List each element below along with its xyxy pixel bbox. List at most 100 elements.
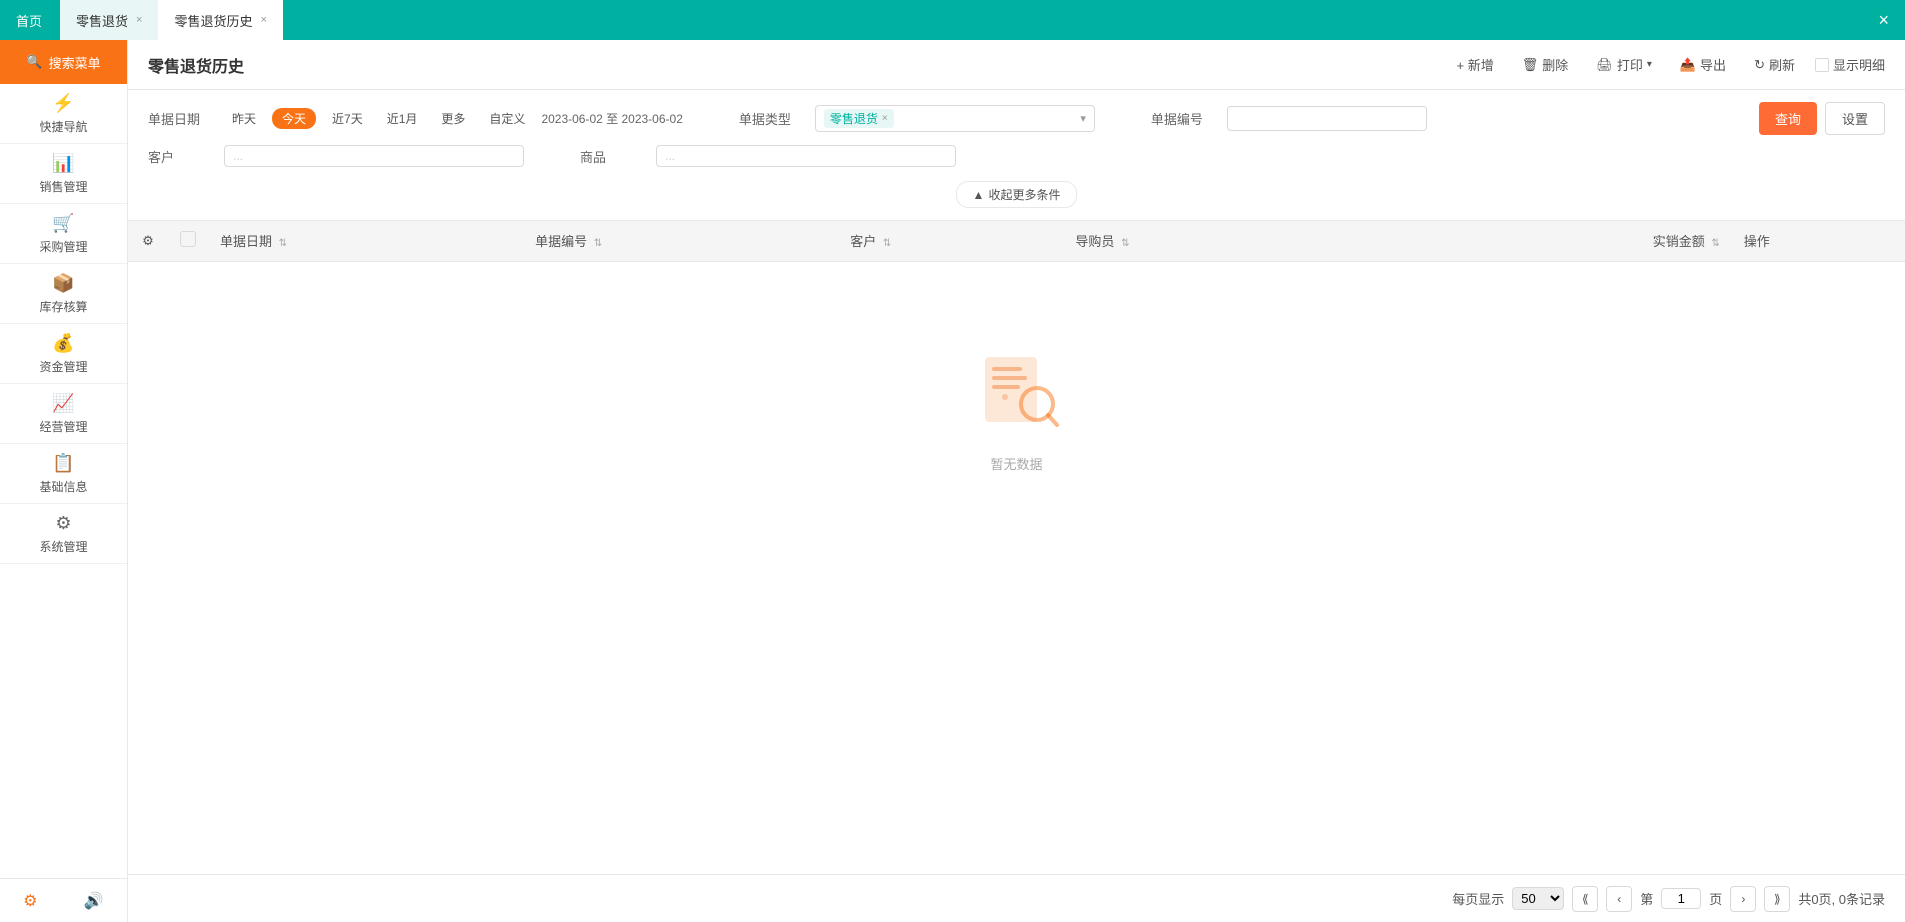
search-icon: 🔍 xyxy=(26,54,42,70)
type-filter-box[interactable]: 零售退货 × ▾ xyxy=(815,105,1095,132)
sidebar-item-sys-mgmt[interactable]: ⚙ 系统管理 xyxy=(0,504,127,564)
date-filters: 昨天 今天 近7天 近1月 更多 自定义 2023-06-02 至 2023-0… xyxy=(224,108,683,129)
settings-icon[interactable]: ⚙ xyxy=(23,891,37,911)
header-checkbox[interactable] xyxy=(180,231,196,247)
data-table: ⚙ 单据日期 ⇅ 单据编号 ⇅ xyxy=(128,221,1905,553)
date-more-btn[interactable]: 更多 xyxy=(433,108,473,129)
main-layout: 🔍 搜索菜单 ⚡ 快捷导航 📊 销售管理 🛒 采购管理 📦 库存核算 💰 资金管… xyxy=(0,40,1905,922)
doc-no-label: 单据编号 xyxy=(1151,109,1211,128)
sidebar-item-purchase-mgmt[interactable]: 🛒 采购管理 xyxy=(0,204,127,264)
page-number-input[interactable] xyxy=(1661,888,1701,909)
refresh-label: 刷新 xyxy=(1769,55,1795,74)
search-menu-btn[interactable]: 🔍 搜索菜单 xyxy=(0,40,127,84)
goods-filter-box[interactable]: ... xyxy=(656,145,956,167)
print-btn[interactable]: 🖨 打印 ▾ xyxy=(1588,51,1660,78)
empty-cell: 暂无数据 xyxy=(128,261,1905,553)
filter-row-1: 单据日期 昨天 今天 近7天 近1月 更多 自定义 2023-06-02 至 2… xyxy=(148,102,1885,135)
table-body: 暂无数据 xyxy=(128,261,1905,553)
type-label: 单据类型 xyxy=(739,109,799,128)
export-icon: 📤 xyxy=(1680,57,1696,73)
date-label: 单据日期 xyxy=(148,109,208,128)
new-btn[interactable]: + 新增 xyxy=(1449,51,1502,78)
th-amount[interactable]: 实销金额 ⇅ xyxy=(1417,221,1732,261)
th-settings[interactable]: ⚙ xyxy=(128,221,168,261)
sidebar-item-base-info[interactable]: 📋 基础信息 xyxy=(0,444,127,504)
th-actions-label: 操作 xyxy=(1744,234,1770,249)
collapse-up-icon: ▲ xyxy=(973,188,985,202)
base-info-icon: 📋 xyxy=(52,453,74,474)
type-tag: 零售退货 × xyxy=(824,109,894,128)
sidebar-item-base-info-label: 基础信息 xyxy=(39,478,87,495)
export-btn[interactable]: 📤 导出 xyxy=(1672,51,1734,78)
gear-icon[interactable]: ⚙ xyxy=(142,233,154,248)
page-summary: 共0页, 0条记录 xyxy=(1798,889,1885,908)
th-amount-sort-icon: ⇅ xyxy=(1711,238,1719,249)
goods-label: 商品 xyxy=(580,147,640,166)
sidebar-bottom: ⚙ 🔊 xyxy=(0,878,127,922)
query-btn[interactable]: 查询 xyxy=(1759,102,1817,135)
sidebar-item-sys-mgmt-label: 系统管理 xyxy=(39,538,87,555)
refresh-icon: ↻ xyxy=(1754,57,1765,73)
collapse-btn[interactable]: ▲ 收起更多条件 xyxy=(956,181,1078,208)
sidebar-item-operations[interactable]: 📈 经营管理 xyxy=(0,384,127,444)
sidebar-item-operations-label: 经营管理 xyxy=(39,418,87,435)
customer-filter-box[interactable]: ... xyxy=(224,145,524,167)
quick-nav-icon: ⚡ xyxy=(52,93,74,114)
sidebar-item-sales-mgmt[interactable]: 📊 销售管理 xyxy=(0,144,127,204)
purchase-mgmt-icon: 🛒 xyxy=(52,213,74,234)
refresh-btn[interactable]: ↻ 刷新 xyxy=(1746,51,1803,78)
sidebar-item-finance[interactable]: 💰 资金管理 xyxy=(0,324,127,384)
page-unit: 页 xyxy=(1709,889,1722,908)
sidebar-item-inventory[interactable]: 📦 库存核算 xyxy=(0,264,127,324)
sidebar-item-finance-label: 资金管理 xyxy=(39,358,87,375)
operations-icon: 📈 xyxy=(52,393,74,414)
page-size-select[interactable]: 10 20 50 100 xyxy=(1512,887,1564,910)
date-1month-btn[interactable]: 近1月 xyxy=(379,108,426,129)
checkbox-detail[interactable] xyxy=(1815,58,1829,72)
delete-btn[interactable]: 🗑 删除 xyxy=(1514,51,1577,78)
date-range-display: 2023-06-02 至 2023-06-02 xyxy=(541,110,682,127)
doc-no-input[interactable] xyxy=(1227,106,1427,131)
sidebar-item-sales-mgmt-label: 销售管理 xyxy=(39,178,87,195)
sidebar-item-purchase-mgmt-label: 采购管理 xyxy=(39,238,87,255)
page-label: 第 xyxy=(1640,889,1653,908)
th-customer[interactable]: 客户 ⇅ xyxy=(838,221,1063,261)
th-guide[interactable]: 导购员 ⇅ xyxy=(1063,221,1333,261)
top-bar-right: × xyxy=(1878,10,1905,31)
tab-retail-return[interactable]: 零售退货 × xyxy=(60,0,158,40)
th-amount-label: 实销金额 xyxy=(1653,234,1705,249)
date-yesterday-btn[interactable]: 昨天 xyxy=(224,108,264,129)
next-page-btn[interactable]: › xyxy=(1730,886,1756,912)
date-today-btn[interactable]: 今天 xyxy=(272,108,316,129)
search-menu-label: 搜索菜单 xyxy=(49,53,101,72)
empty-row: 暂无数据 xyxy=(128,261,1905,553)
th-customer-sort-icon: ⇅ xyxy=(883,238,891,249)
window-close-btn[interactable]: × xyxy=(1878,10,1889,31)
prev-page-btn[interactable]: ‹ xyxy=(1606,886,1632,912)
sidebar-item-quick-nav[interactable]: ⚡ 快捷导航 xyxy=(0,84,127,144)
content-area: 零售退货历史 + 新增 🗑 删除 🖨 打印 ▾ 📤 导出 ↻ xyxy=(128,40,1905,922)
show-detail-toggle[interactable]: 显示明细 xyxy=(1815,55,1885,74)
print-arrow-icon: ▾ xyxy=(1647,59,1652,70)
tab-retail-return-close[interactable]: × xyxy=(136,14,142,26)
th-date-label: 单据日期 xyxy=(220,234,272,249)
first-page-btn[interactable]: ⟪ xyxy=(1572,886,1598,912)
th-doc-no-label: 单据编号 xyxy=(535,234,587,249)
tab-retail-return-history[interactable]: 零售退货历史 × xyxy=(158,0,282,40)
type-tag-close[interactable]: × xyxy=(882,113,888,124)
th-doc-no[interactable]: 单据编号 ⇅ xyxy=(523,221,838,261)
customer-label: 客户 xyxy=(148,147,208,166)
tab-home[interactable]: 首页 xyxy=(0,0,58,40)
table-area: ⚙ 单据日期 ⇅ 单据编号 ⇅ xyxy=(128,221,1905,874)
page-header: 零售退货历史 + 新增 🗑 删除 🖨 打印 ▾ 📤 导出 ↻ xyxy=(128,40,1905,90)
th-checkbox[interactable] xyxy=(168,221,208,261)
filter-row-2: 客户 ... 商品 ... xyxy=(148,145,1885,167)
last-page-btn[interactable]: ⟫ xyxy=(1764,886,1790,912)
settings-btn[interactable]: 设置 xyxy=(1825,102,1885,135)
date-7days-btn[interactable]: 近7天 xyxy=(324,108,371,129)
th-date[interactable]: 单据日期 ⇅ xyxy=(208,221,523,261)
audio-icon[interactable]: 🔊 xyxy=(84,891,104,911)
date-custom-btn[interactable]: 自定义 xyxy=(481,108,533,129)
print-label: 打印 xyxy=(1617,55,1643,74)
tab-retail-return-history-close[interactable]: × xyxy=(260,14,266,26)
